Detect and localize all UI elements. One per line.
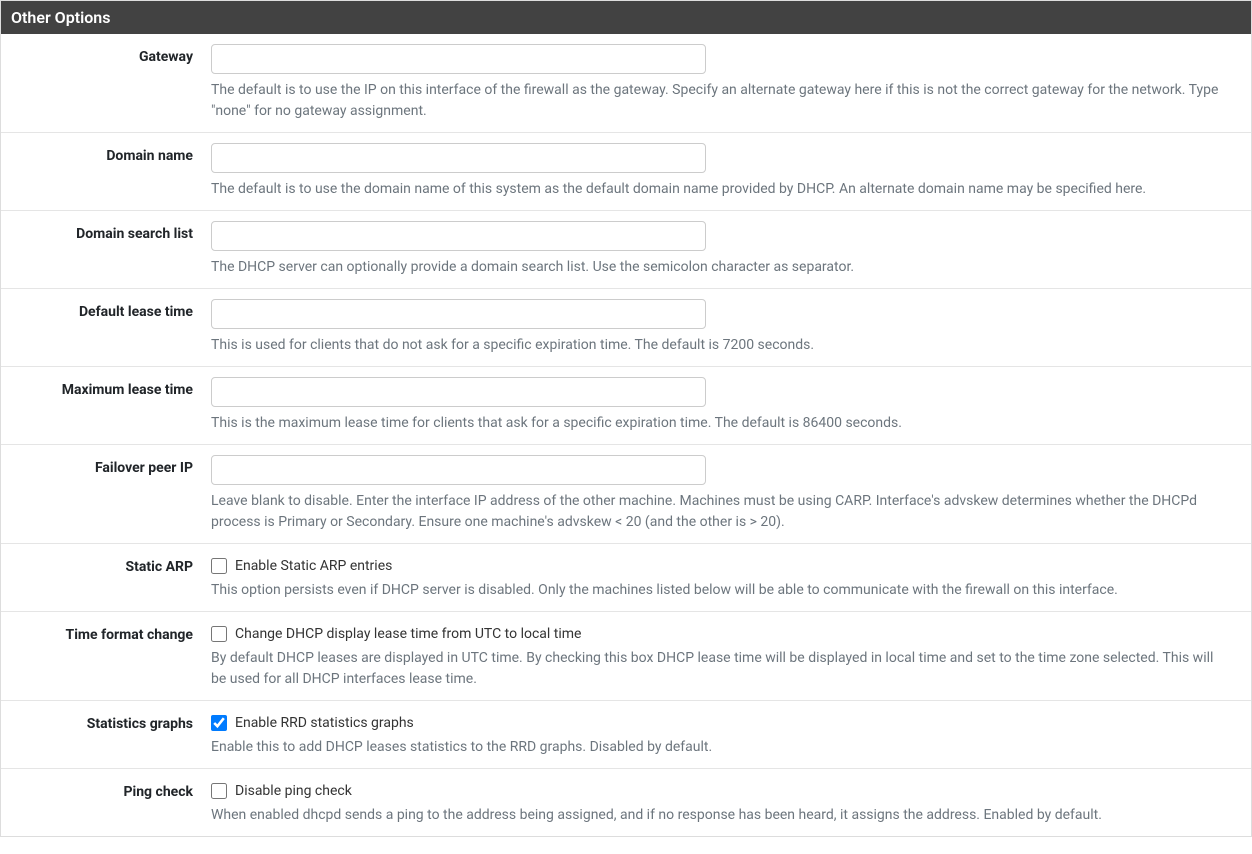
ping-check-row: Ping check Disable ping check When enabl… [1, 769, 1251, 836]
static-arp-checkbox[interactable] [211, 558, 227, 574]
default-lease-time-label: Default lease time [11, 299, 211, 356]
default-lease-time-row: Default lease time This is used for clie… [1, 289, 1251, 367]
statistics-graphs-help: Enable this to add DHCP leases statistic… [211, 737, 1231, 758]
domain-name-row: Domain name The default is to use the do… [1, 133, 1251, 211]
domain-search-list-help: The DHCP server can optionally provide a… [211, 257, 1231, 278]
failover-peer-ip-label: Failover peer IP [11, 455, 211, 533]
domain-name-input[interactable] [211, 143, 706, 173]
domain-search-list-input[interactable] [211, 221, 706, 251]
gateway-input[interactable] [211, 44, 706, 74]
ping-check-help: When enabled dhcpd sends a ping to the a… [211, 805, 1231, 826]
time-format-change-checkbox-label: Change DHCP display lease time from UTC … [235, 626, 581, 642]
domain-search-list-label: Domain search list [11, 221, 211, 278]
maximum-lease-time-row: Maximum lease time This is the maximum l… [1, 367, 1251, 445]
failover-peer-ip-input[interactable] [211, 455, 706, 485]
maximum-lease-time-help: This is the maximum lease time for clien… [211, 413, 1231, 434]
time-format-change-label: Time format change [11, 622, 211, 690]
panel-title: Other Options [1, 1, 1251, 34]
ping-check-label: Ping check [11, 779, 211, 826]
gateway-label: Gateway [11, 44, 211, 122]
ping-check-checkbox[interactable] [211, 783, 227, 799]
default-lease-time-help: This is used for clients that do not ask… [211, 335, 1231, 356]
default-lease-time-input[interactable] [211, 299, 706, 329]
ping-check-checkbox-label: Disable ping check [235, 783, 352, 799]
gateway-row: Gateway The default is to use the IP on … [1, 34, 1251, 133]
time-format-change-checkbox[interactable] [211, 626, 227, 642]
gateway-help: The default is to use the IP on this int… [211, 80, 1231, 122]
failover-peer-ip-help: Leave blank to disable. Enter the interf… [211, 491, 1231, 533]
time-format-change-row: Time format change Change DHCP display l… [1, 612, 1251, 701]
statistics-graphs-checkbox[interactable] [211, 715, 227, 731]
time-format-change-help: By default DHCP leases are displayed in … [211, 648, 1231, 690]
statistics-graphs-row: Statistics graphs Enable RRD statistics … [1, 701, 1251, 769]
static-arp-row: Static ARP Enable Static ARP entries Thi… [1, 544, 1251, 612]
domain-name-label: Domain name [11, 143, 211, 200]
domain-search-list-row: Domain search list The DHCP server can o… [1, 211, 1251, 289]
maximum-lease-time-label: Maximum lease time [11, 377, 211, 434]
static-arp-help: This option persists even if DHCP server… [211, 580, 1231, 601]
failover-peer-ip-row: Failover peer IP Leave blank to disable.… [1, 445, 1251, 544]
other-options-panel: Other Options Gateway The default is to … [0, 0, 1252, 837]
maximum-lease-time-input[interactable] [211, 377, 706, 407]
static-arp-checkbox-label: Enable Static ARP entries [235, 558, 392, 574]
statistics-graphs-label: Statistics graphs [11, 711, 211, 758]
statistics-graphs-checkbox-label: Enable RRD statistics graphs [235, 715, 414, 731]
domain-name-help: The default is to use the domain name of… [211, 179, 1231, 200]
static-arp-label: Static ARP [11, 554, 211, 601]
